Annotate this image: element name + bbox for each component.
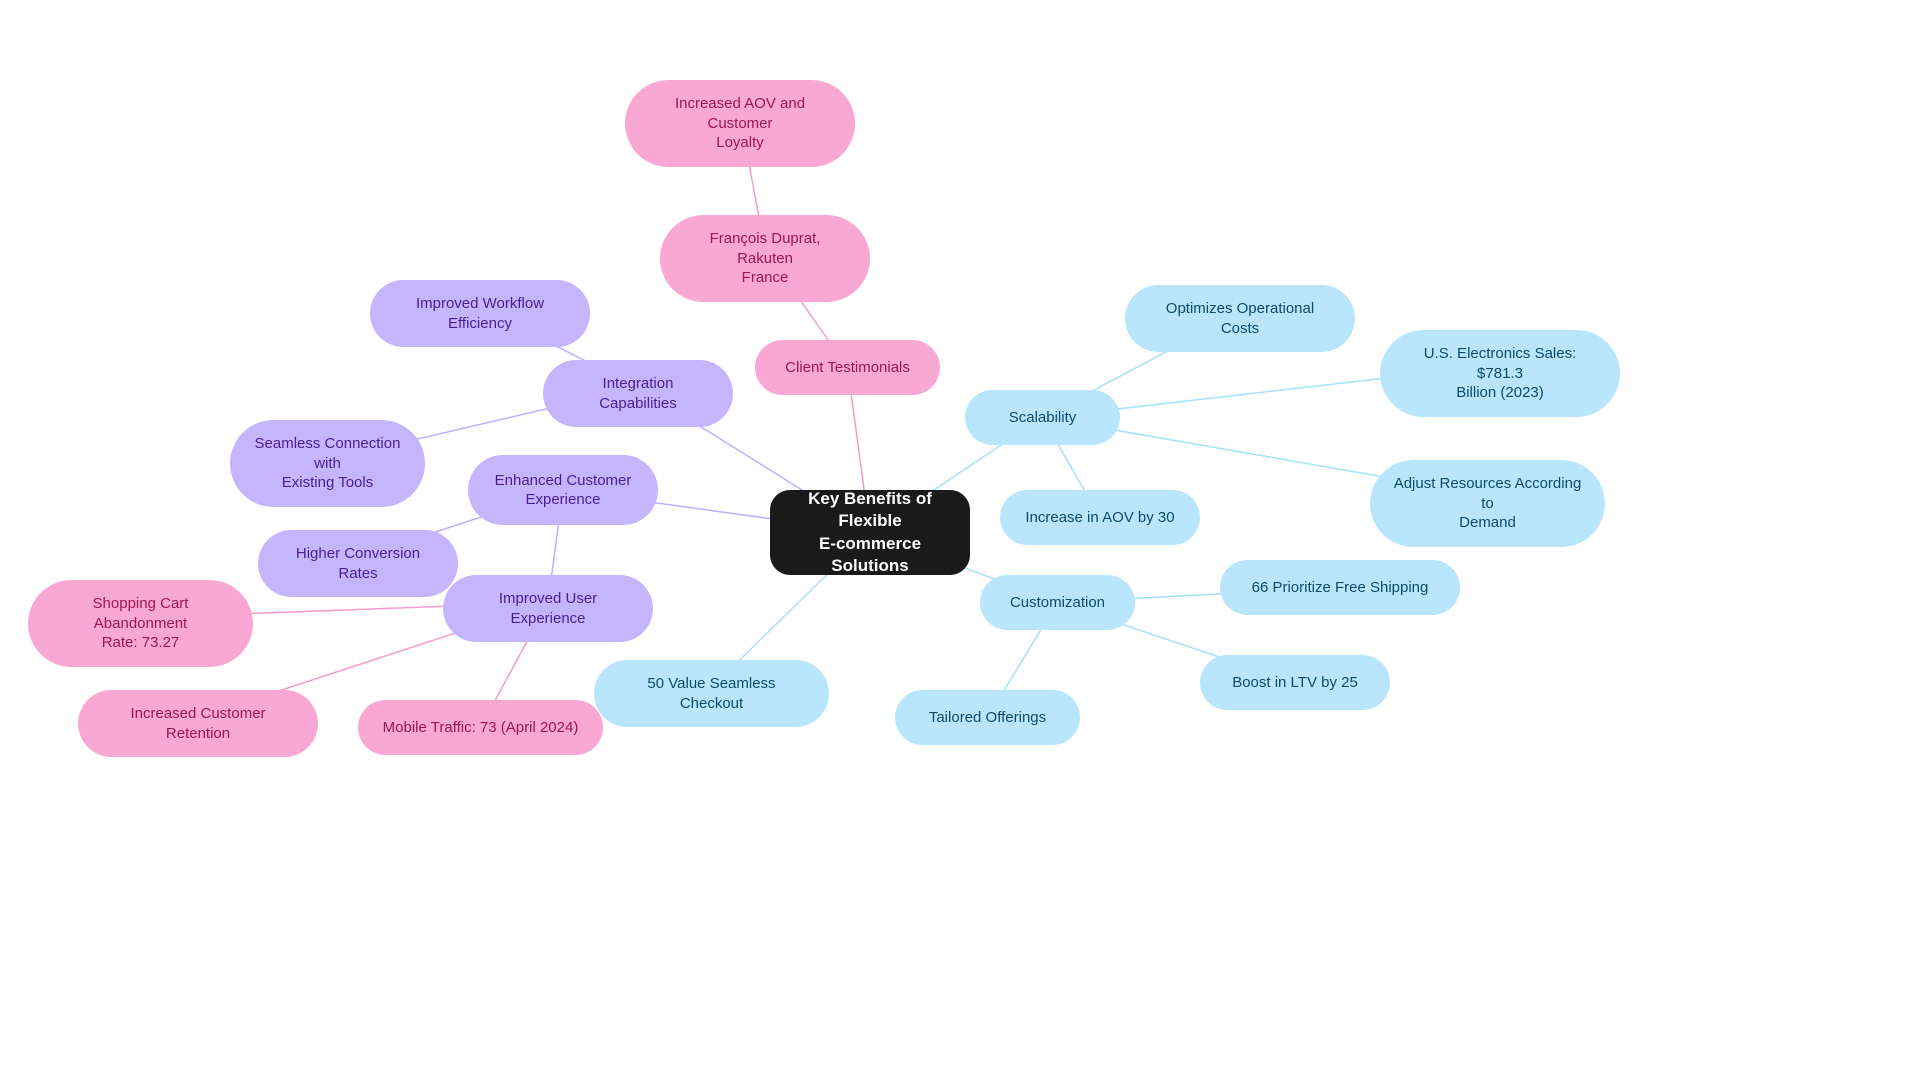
node-higher_conv: Higher Conversion Rates: [258, 530, 458, 597]
node-seamless: Seamless Connection with Existing Tools: [230, 420, 425, 507]
node-workflow: Improved Workflow Efficiency: [370, 280, 590, 347]
node-customization: Customization: [980, 575, 1135, 630]
node-boost_ltv: Boost in LTV by 25: [1200, 655, 1390, 710]
node-client_testimonials: Client Testimonials: [755, 340, 940, 395]
node-enhanced_cx: Enhanced Customer Experience: [468, 455, 658, 525]
node-adjust_resources: Adjust Resources According to Demand: [1370, 460, 1605, 547]
node-mobile_traffic: Mobile Traffic: 73 (April 2024): [358, 700, 603, 755]
node-us_electronics: U.S. Electronics Sales: $781.3 Billion (…: [1380, 330, 1620, 417]
node-aov_loyalty: Increased AOV and Customer Loyalty: [625, 80, 855, 167]
node-optimizes_costs: Optimizes Operational Costs: [1125, 285, 1355, 352]
node-tailored: Tailored Offerings: [895, 690, 1080, 745]
node-integration: Integration Capabilities: [543, 360, 733, 427]
node-prioritize_shipping: 66 Prioritize Free Shipping: [1220, 560, 1460, 615]
node-increase_aov: Increase in AOV by 30: [1000, 490, 1200, 545]
node-seamless_checkout: 50 Value Seamless Checkout: [594, 660, 829, 727]
node-cart_abandon: Shopping Cart Abandonment Rate: 73.27: [28, 580, 253, 667]
node-cust_retention: Increased Customer Retention: [78, 690, 318, 757]
node-scalability: Scalability: [965, 390, 1120, 445]
center-node: Key Benefits of Flexible E-commerce Solu…: [770, 490, 970, 575]
node-improved_ux: Improved User Experience: [443, 575, 653, 642]
mind-map-canvas: Key Benefits of Flexible E-commerce Solu…: [0, 0, 1920, 1083]
node-francois: François Duprat, Rakuten France: [660, 215, 870, 302]
